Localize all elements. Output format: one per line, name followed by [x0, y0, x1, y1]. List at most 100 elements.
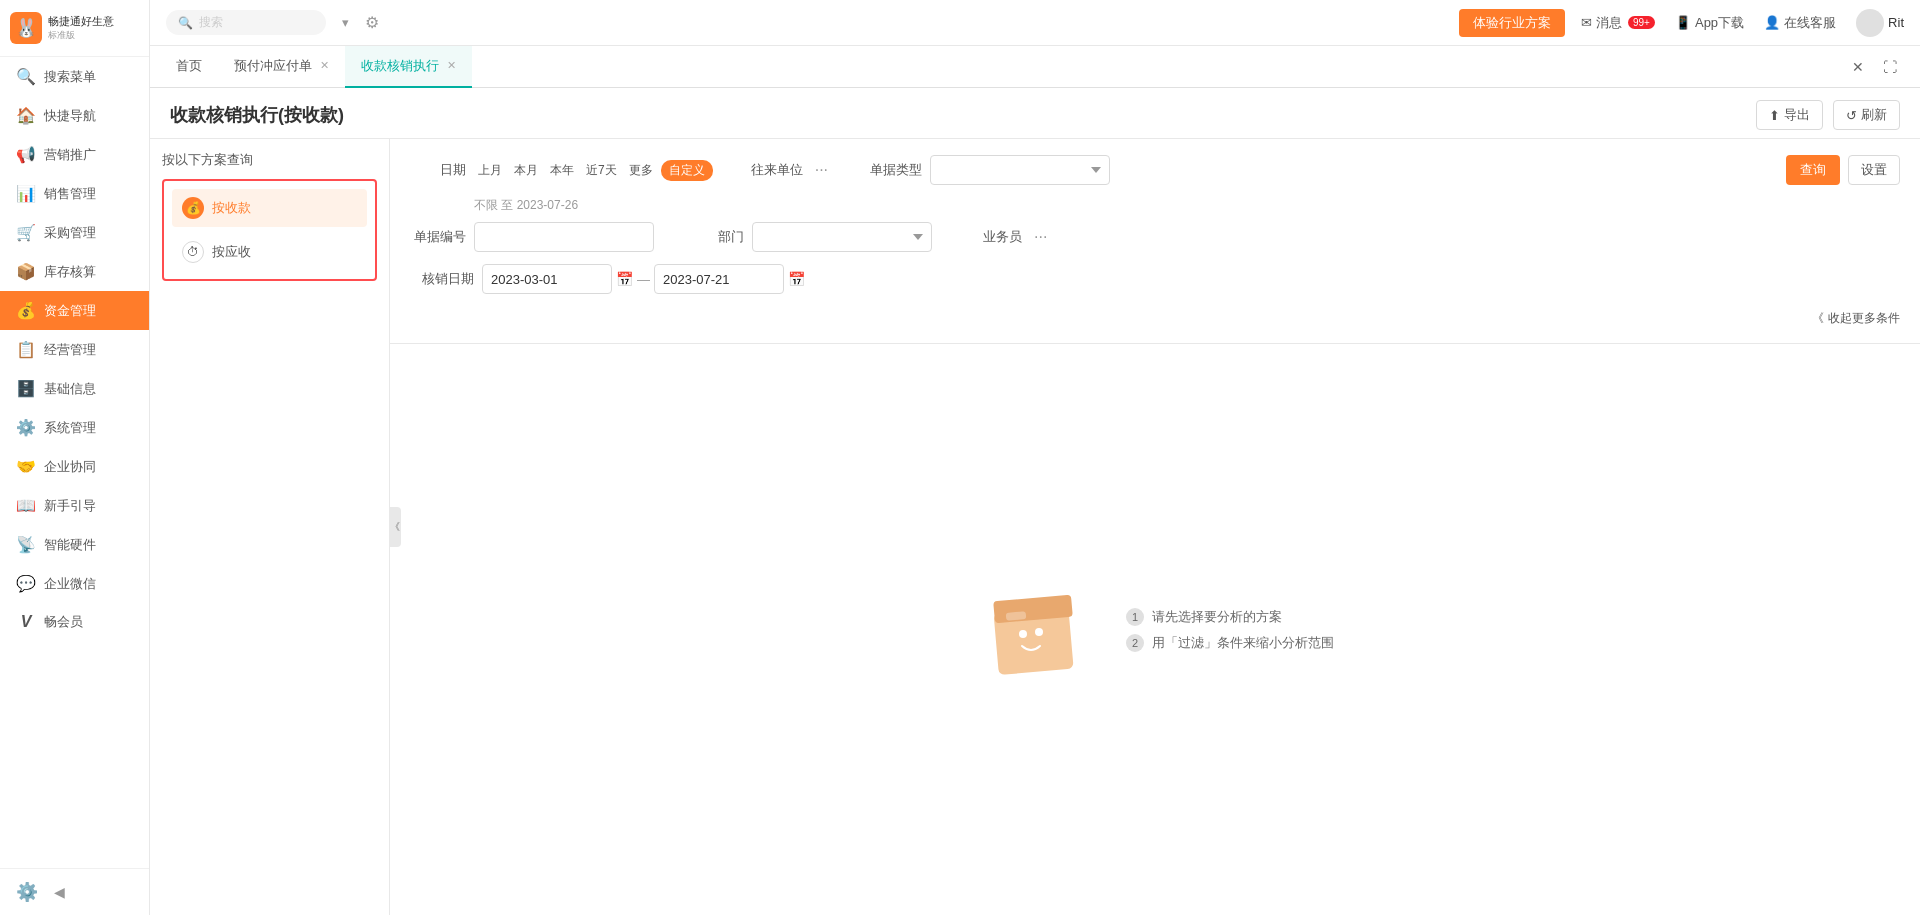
sidebar-item-system[interactable]: ⚙️ 系统管理 [0, 408, 149, 447]
header-right: ✉ 消息 99+ 📱 App下载 👤 在线客服 Rit [1581, 9, 1904, 37]
doc-no-input[interactable] [474, 222, 654, 252]
date-range-text: 不限 至 2023-07-26 [474, 197, 578, 214]
close-prepay-tab-icon[interactable]: ✕ [320, 59, 329, 72]
date-field: 日期 上月 本月 本年 近7天 更多 自定义 [410, 160, 713, 181]
app-download-label: App下载 [1695, 14, 1744, 32]
home-icon: 🏠 [16, 106, 36, 125]
refresh-button[interactable]: ↺ 刷新 [1833, 100, 1900, 130]
date-7days[interactable]: 近7天 [582, 161, 621, 180]
filter-option-by-collection[interactable]: 💰 按收款 [172, 189, 367, 227]
calendar-start-icon[interactable]: 📅 [616, 271, 633, 287]
dropdown-arrow-icon[interactable]: ▾ [342, 15, 349, 30]
sidebar-item-label: 快捷导航 [44, 107, 96, 125]
verify-date-label: 核销日期 [410, 270, 474, 288]
date-last-month[interactable]: 上月 [474, 161, 506, 180]
verify-date-end-input[interactable] [654, 264, 784, 294]
empty-hint-2: 2 用「过滤」条件来缩小分析范围 [1126, 634, 1334, 652]
inventory-icon: 📦 [16, 262, 36, 281]
date-more[interactable]: 更多 [625, 161, 657, 180]
form-row-3: 核销日期 📅 — 📅 [410, 264, 1900, 294]
search-mini-icon: 🔍 [178, 16, 193, 30]
basicinfo-icon: 🗄️ [16, 379, 36, 398]
app-download-button[interactable]: 📱 App下载 [1675, 14, 1744, 32]
filter-options: 💰 按收款 ⏱ 按应收 [172, 189, 367, 271]
sidebar-item-label: 畅会员 [44, 613, 83, 631]
date-range-sep: — [637, 272, 650, 287]
verify-date-start-input[interactable] [482, 264, 612, 294]
calendar-end-icon[interactable]: 📅 [788, 271, 805, 287]
collection-icon: 💰 [182, 197, 204, 219]
sidebar-item-quicknav[interactable]: 🏠 快捷导航 [0, 96, 149, 135]
tab-prepay[interactable]: 预付冲应付单 ✕ [218, 46, 345, 88]
dept-select[interactable] [752, 222, 932, 252]
purchase-icon: 🛒 [16, 223, 36, 242]
form-row-1: 日期 上月 本月 本年 近7天 更多 自定义 [410, 155, 1900, 185]
marketing-icon: 📢 [16, 145, 36, 164]
online-service-button[interactable]: 👤 在线客服 [1764, 14, 1836, 32]
close-collect-tab-icon[interactable]: ✕ [447, 59, 456, 72]
verify-date-field: 核销日期 📅 — 📅 [410, 264, 805, 294]
sidebar-item-inventory[interactable]: 📦 库存核算 [0, 252, 149, 291]
logo-text: 畅捷通好生意 [48, 14, 114, 28]
sales-icon: 📊 [16, 184, 36, 203]
sidebar-item-marketing[interactable]: 📢 营销推广 [0, 135, 149, 174]
staff-field: 业务员 ··· [952, 228, 1051, 246]
search-icon: 🔍 [16, 67, 36, 86]
form-row-1-left: 日期 上月 本月 本年 近7天 更多 自定义 [410, 155, 1900, 306]
date-custom-badge[interactable]: 自定义 [661, 160, 713, 181]
app-icon: 📱 [1675, 15, 1691, 30]
search-bar[interactable]: 🔍 搜索 [166, 10, 326, 35]
online-service-label: 在线客服 [1784, 14, 1836, 32]
tab-home[interactable]: 首页 [160, 46, 218, 88]
message-icon: ✉ [1581, 15, 1592, 30]
settings-icon[interactable]: ⚙️ [16, 881, 38, 903]
query-button[interactable]: 查询 [1786, 155, 1840, 185]
collapse-sidebar-icon[interactable]: ◀ [54, 884, 65, 900]
filter-border: 💰 按收款 ⏱ 按应收 [162, 179, 377, 281]
date-this-month[interactable]: 本月 [510, 161, 542, 180]
collapse-more-button[interactable]: 《 收起更多条件 [1812, 310, 1900, 327]
export-icon: ⬆ [1769, 108, 1780, 123]
query-action-btns: 查询 设置 [1786, 155, 1900, 185]
sidebar-item-enterprise[interactable]: 🤝 企业协同 [0, 447, 149, 486]
sidebar-item-operation[interactable]: 📋 经营管理 [0, 330, 149, 369]
counterpart-select-icon[interactable]: ··· [811, 161, 832, 179]
collapse-panel-arrow[interactable]: 《 [389, 507, 401, 547]
close-tab-icon[interactable]: ✕ [1846, 55, 1870, 79]
doc-type-label: 单据类型 [852, 161, 922, 179]
doc-type-field: 单据类型 [852, 155, 1110, 185]
refresh-label: 刷新 [1861, 106, 1887, 124]
sidebar-item-guide[interactable]: 📖 新手引导 [0, 486, 149, 525]
finance-icon: 💰 [16, 301, 36, 320]
query-area: 日期 上月 本月 本年 近7天 更多 自定义 [390, 139, 1920, 915]
message-button[interactable]: ✉ 消息 99+ [1581, 14, 1655, 32]
empty-state: 1 请先选择要分析的方案 2 用「过滤」条件来缩小分析范围 [390, 344, 1920, 915]
sidebar-item-member[interactable]: V 畅会员 [0, 603, 149, 641]
setting-button[interactable]: 设置 [1848, 155, 1900, 185]
logo-icon: 🐰 [10, 12, 42, 44]
filter-option-by-receivable[interactable]: ⏱ 按应收 [172, 233, 367, 271]
sidebar-item-basicinfo[interactable]: 🗄️ 基础信息 [0, 369, 149, 408]
export-button[interactable]: ⬆ 导出 [1756, 100, 1823, 130]
sidebar-item-hardware[interactable]: 📡 智能硬件 [0, 525, 149, 564]
staff-select-icon[interactable]: ··· [1030, 228, 1051, 246]
doc-type-select[interactable] [930, 155, 1110, 185]
sidebar-item-sales[interactable]: 📊 销售管理 [0, 174, 149, 213]
date-this-year[interactable]: 本年 [546, 161, 578, 180]
user-profile[interactable]: Rit [1856, 9, 1904, 37]
industry-solution-button[interactable]: 体验行业方案 [1459, 9, 1565, 37]
operation-icon: 📋 [16, 340, 36, 359]
system-icon: ⚙️ [16, 418, 36, 437]
sidebar-item-finance[interactable]: 💰 资金管理 [0, 291, 149, 330]
counterpart-label: 往来单位 [733, 161, 803, 179]
logo-badge: 标准版 [48, 29, 114, 42]
sidebar-item-search[interactable]: 🔍 搜索菜单 [0, 57, 149, 96]
home-tab-label: 首页 [176, 57, 202, 75]
gear-settings-icon[interactable]: ⚙ [365, 13, 379, 32]
sidebar-item-purchase[interactable]: 🛒 采购管理 [0, 213, 149, 252]
expand-tab-icon[interactable]: ⛶ [1878, 55, 1902, 79]
sidebar-item-wechat[interactable]: 💬 企业微信 [0, 564, 149, 603]
tab-collect[interactable]: 收款核销执行 ✕ [345, 46, 472, 88]
content-area: 按以下方案查询 💰 按收款 ⏱ 按应收 《 [150, 139, 1920, 915]
sidebar-item-label: 营销推广 [44, 146, 96, 164]
